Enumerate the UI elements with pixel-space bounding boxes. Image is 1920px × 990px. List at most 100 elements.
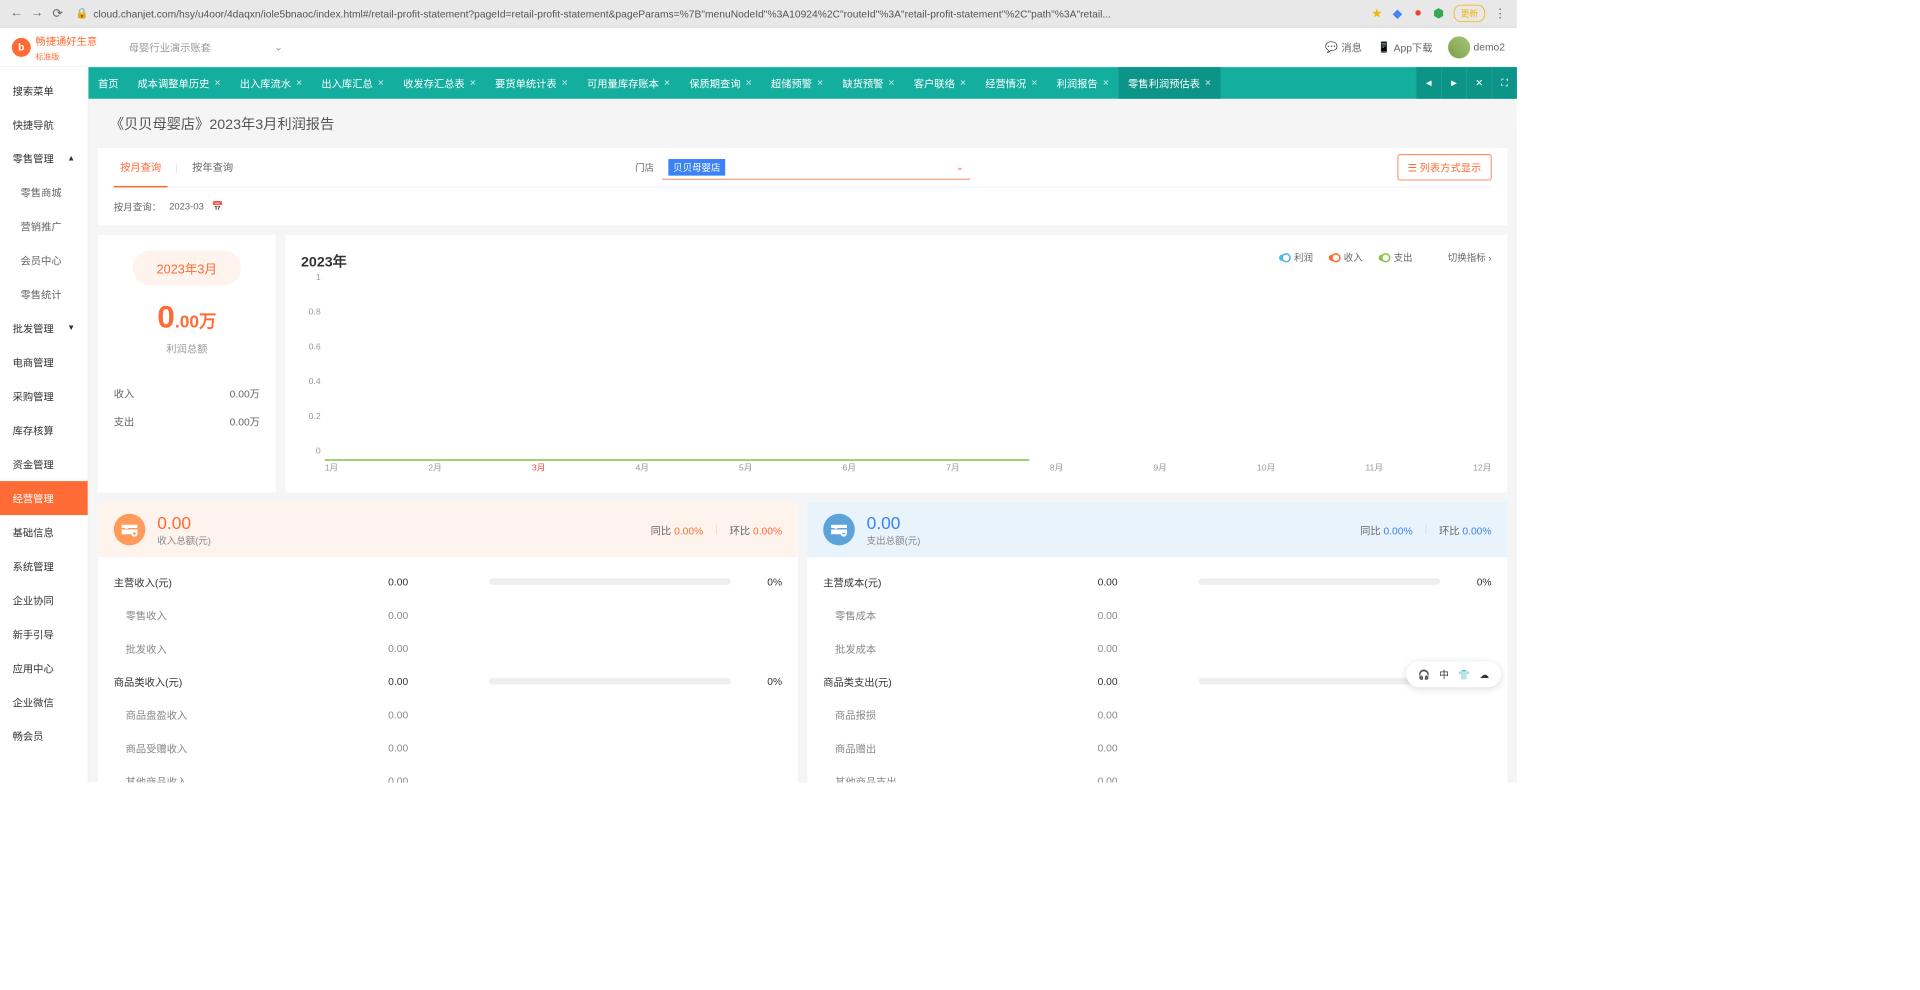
tab-close-icon[interactable]: ✕ bbox=[561, 79, 568, 88]
tab-2[interactable]: 出入库流水✕ bbox=[230, 67, 312, 99]
income-row: 收入0.00万 bbox=[114, 379, 260, 407]
logo[interactable]: b 畅捷通好生意 标准版 bbox=[12, 33, 97, 61]
sidebar-item-18[interactable]: 企业微信 bbox=[0, 685, 88, 719]
tab-close-icon[interactable]: ✕ bbox=[296, 79, 303, 88]
ext1-icon[interactable]: ◆ bbox=[1387, 3, 1408, 24]
user-menu[interactable]: demo2 bbox=[1448, 36, 1505, 58]
tab-5[interactable]: 要货单统计表✕ bbox=[486, 67, 578, 99]
tab-7[interactable]: 保质期查询✕ bbox=[680, 67, 762, 99]
tab-year-query[interactable]: 按年查询 bbox=[186, 147, 240, 187]
forward-icon[interactable]: → bbox=[27, 3, 48, 24]
sidebar-item-5[interactable]: 会员中心 bbox=[0, 243, 88, 277]
logo-text: 畅捷通好生意 bbox=[36, 33, 98, 48]
ext2-icon[interactable]: ● bbox=[1408, 3, 1429, 24]
tab-8[interactable]: 超储预警✕ bbox=[761, 67, 832, 99]
sidebar-item-1[interactable]: 快捷导航 bbox=[0, 107, 88, 141]
sidebar-item-19[interactable]: 畅会员 bbox=[0, 719, 88, 753]
data-row: 批发收入0.00 bbox=[114, 631, 782, 664]
tab-3[interactable]: 出入库汇总✕ bbox=[312, 67, 394, 99]
tab-13[interactable]: 零售利润预估表✕ bbox=[1119, 67, 1221, 99]
tab-close-icon[interactable]: ✕ bbox=[377, 79, 384, 88]
switch-indicator[interactable]: 切换指标 › bbox=[1448, 250, 1492, 263]
tab-close-icon[interactable]: ✕ bbox=[745, 79, 752, 88]
tab-month-query[interactable]: 按月查询 bbox=[114, 147, 168, 187]
tab-close-icon[interactable]: ✕ bbox=[960, 79, 967, 88]
account-select[interactable]: 母婴行业演示账套 ⌄ bbox=[129, 40, 283, 55]
tab-close-icon[interactable]: ✕ bbox=[469, 79, 476, 88]
tab-1[interactable]: 成本调整单历史✕ bbox=[128, 67, 230, 99]
star-icon[interactable]: ★ bbox=[1367, 3, 1388, 24]
sidebar-item-8[interactable]: 电商管理 bbox=[0, 345, 88, 379]
tab-fullscreen[interactable]: ⛶ bbox=[1492, 67, 1517, 99]
tab-11[interactable]: 经营情况✕ bbox=[976, 67, 1047, 99]
sidebar-item-6[interactable]: 零售统计 bbox=[0, 277, 88, 311]
shirt-icon[interactable]: 👕 bbox=[1458, 669, 1470, 680]
calendar-icon[interactable]: 📅 bbox=[212, 201, 224, 212]
tab-close-icon[interactable]: ✕ bbox=[1031, 79, 1038, 88]
cloud-icon[interactable]: ☁ bbox=[1480, 669, 1489, 680]
data-row: 零售收入0.00 bbox=[114, 598, 782, 631]
tab-close-icon[interactable]: ✕ bbox=[664, 79, 671, 88]
sidebar: 搜索菜单快捷导航零售管理▲零售商城营销推广会员中心零售统计批发管理▼电商管理采购… bbox=[0, 67, 88, 782]
sidebar-item-17[interactable]: 应用中心 bbox=[0, 651, 88, 685]
data-row: 其他商品收入0.00 bbox=[114, 764, 782, 782]
sidebar-item-0[interactable]: 搜索菜单 bbox=[0, 73, 88, 107]
tab-scroll-right[interactable]: ► bbox=[1441, 67, 1466, 99]
float-toolbar[interactable]: 🎧 中 👕 ☁ bbox=[1406, 661, 1501, 687]
sidebar-item-2[interactable]: 零售管理▲ bbox=[0, 141, 88, 175]
tab-scroll-left[interactable]: ◄ bbox=[1416, 67, 1441, 99]
tab-close-icon[interactable]: ✕ bbox=[888, 79, 895, 88]
tab-4[interactable]: 收发存汇总表✕ bbox=[394, 67, 486, 99]
sidebar-item-4[interactable]: 营销推广 bbox=[0, 209, 88, 243]
data-row: 商品类支出(元)0.000% bbox=[823, 664, 1491, 697]
tab-close-icon[interactable]: ✕ bbox=[1102, 79, 1109, 88]
expense-amount: 0.00 bbox=[867, 512, 921, 533]
chart-legend: .legend-dot[style*="#4db8e8"]::after{bor… bbox=[1279, 250, 1413, 263]
data-row: 零售成本0.00 bbox=[823, 598, 1491, 631]
messages-link[interactable]: 💬消息 bbox=[1325, 40, 1362, 55]
back-icon[interactable]: ← bbox=[6, 3, 27, 24]
tab-close-all[interactable]: ✕ bbox=[1466, 67, 1491, 99]
income-icon bbox=[114, 514, 146, 546]
lang-toggle[interactable]: 中 bbox=[1439, 668, 1448, 681]
sidebar-item-12[interactable]: 经营管理 bbox=[0, 481, 88, 515]
ext3-icon[interactable]: ⬢ bbox=[1428, 3, 1449, 24]
query-date: 2023-03 bbox=[169, 201, 204, 212]
data-row: 商品盘盈收入0.00 bbox=[114, 698, 782, 731]
tab-close-icon[interactable]: ✕ bbox=[214, 79, 221, 88]
url-bar[interactable]: 🔒 cloud.chanjet.com/hsy/u4oor/4daqxn/iol… bbox=[68, 7, 1367, 20]
data-row: 主营收入(元)0.000% bbox=[114, 565, 782, 598]
data-row: 批发成本0.00 bbox=[823, 631, 1491, 664]
tab-12[interactable]: 利润报告✕ bbox=[1047, 67, 1118, 99]
summary-card: 2023年3月 0.00万 利润总额 收入0.00万 支出0.00万 bbox=[98, 235, 276, 493]
sidebar-item-9[interactable]: 采购管理 bbox=[0, 379, 88, 413]
tab-close-icon[interactable]: ✕ bbox=[817, 79, 824, 88]
profit-total: 0.00万 bbox=[157, 301, 216, 333]
logo-icon: b bbox=[12, 38, 31, 57]
sidebar-item-15[interactable]: 企业协同 bbox=[0, 583, 88, 617]
sidebar-item-3[interactable]: 零售商城 bbox=[0, 175, 88, 209]
sidebar-item-13[interactable]: 基础信息 bbox=[0, 515, 88, 549]
query-label: 按月查询： bbox=[114, 199, 161, 212]
tab-6[interactable]: 可用量库存账本✕ bbox=[578, 67, 680, 99]
list-view-button[interactable]: ☰ 列表方式显示 bbox=[1397, 154, 1491, 180]
store-select[interactable]: 贝贝母婴店 ⌄ bbox=[662, 155, 970, 179]
headset-icon[interactable]: 🎧 bbox=[1418, 669, 1430, 680]
sidebar-item-14[interactable]: 系统管理 bbox=[0, 549, 88, 583]
app-header: b 畅捷通好生意 标准版 母婴行业演示账套 ⌄ 💬消息 📱App下载 demo2 bbox=[0, 28, 1517, 68]
sidebar-item-10[interactable]: 库存核算 bbox=[0, 413, 88, 447]
refresh-badge[interactable]: 更新 bbox=[1454, 5, 1486, 22]
app-download-link[interactable]: 📱App下载 bbox=[1378, 40, 1433, 55]
menu-icon[interactable]: ⋮ bbox=[1490, 3, 1511, 24]
sidebar-item-16[interactable]: 新手引导 bbox=[0, 617, 88, 651]
tab-10[interactable]: 客户联络✕ bbox=[904, 67, 975, 99]
tab-9[interactable]: 缺货预警✕ bbox=[833, 67, 904, 99]
reload-icon[interactable]: ⟳ bbox=[47, 3, 68, 24]
browser-bar: ← → ⟳ 🔒 cloud.chanjet.com/hsy/u4oor/4daq… bbox=[0, 0, 1517, 28]
tab-close-icon[interactable]: ✕ bbox=[1205, 79, 1212, 88]
filter-card: 按月查询 | 按年查询 门店 贝贝母婴店 ⌄ ☰ 列表方式显示 bbox=[98, 148, 1507, 225]
sidebar-item-7[interactable]: 批发管理▼ bbox=[0, 311, 88, 345]
tab-0[interactable]: 首页 bbox=[88, 67, 128, 99]
sidebar-item-11[interactable]: 资金管理 bbox=[0, 447, 88, 481]
url-text: cloud.chanjet.com/hsy/u4oor/4daqxn/iole5… bbox=[93, 8, 1111, 20]
